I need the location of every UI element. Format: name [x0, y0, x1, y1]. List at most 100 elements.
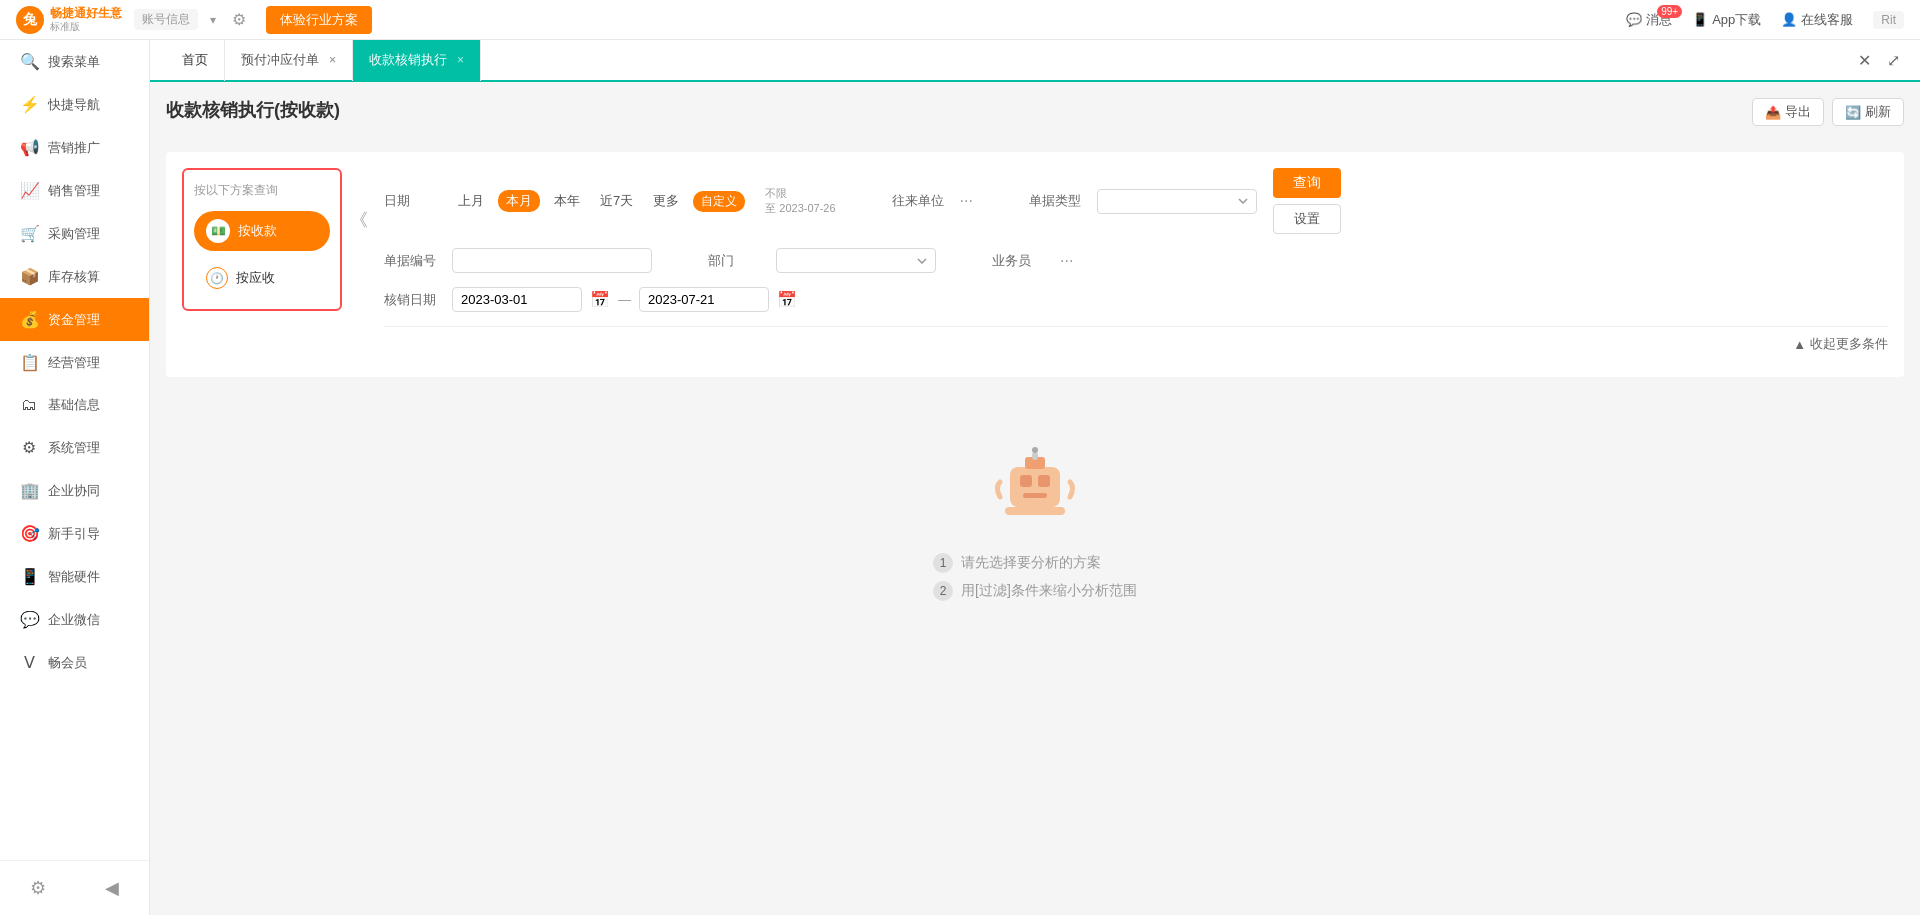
write-off-start-input[interactable]: [452, 287, 582, 312]
filter-by-receipt[interactable]: 💵 按收款: [194, 211, 330, 251]
enterprise-icon: 🏢: [20, 481, 38, 500]
wechat-icon: 💬: [20, 610, 38, 629]
sidebar-item-wechat[interactable]: 💬 企业微信: [0, 598, 149, 641]
topbar-right: 💬 消息 99+ 📱 App下载 👤 在线客服 Rit: [1626, 11, 1904, 29]
sidebar-item-search-menu[interactable]: 🔍 搜索菜单: [0, 40, 149, 83]
sidebar-label-enterprise: 企业协同: [48, 482, 100, 500]
service-icon: 👤: [1781, 12, 1797, 27]
settings-button[interactable]: 设置: [1273, 204, 1341, 234]
date-btn-7-days[interactable]: 近7天: [594, 190, 639, 212]
sidebar-collapse-icon[interactable]: ◀: [97, 869, 127, 907]
date-buttons: 上月 本月 本年 近7天 更多 自定义: [452, 190, 745, 212]
logo-area: 兔 畅捷通好生意 标准版: [16, 6, 122, 34]
calendar-start-icon[interactable]: 📅: [590, 290, 610, 309]
sidebar-item-biz[interactable]: 📋 经营管理: [0, 341, 149, 384]
doc-no-input[interactable]: [452, 248, 652, 273]
online-service-button[interactable]: 👤 在线客服: [1781, 11, 1853, 29]
hint-num-1: 1: [933, 553, 953, 573]
svg-rect-1: [1020, 475, 1032, 487]
counterpart-label: 往来单位: [892, 192, 944, 210]
tab-receive-offset[interactable]: 收款核销执行 ×: [353, 40, 481, 81]
salesperson-more-icon[interactable]: ···: [1060, 252, 1073, 270]
doc-no-label: 单据编号: [384, 252, 436, 270]
chevron-down-icon[interactable]: ▾: [210, 13, 216, 27]
export-label: 导出: [1785, 103, 1811, 121]
sidebar-item-hardware[interactable]: 📱 智能硬件: [0, 555, 149, 598]
sidebar-item-sales[interactable]: 📈 销售管理: [0, 169, 149, 212]
page-actions: 📤 导出 🔄 刷新: [1752, 98, 1904, 126]
write-off-end-input[interactable]: [639, 287, 769, 312]
tab-prepay-offset[interactable]: 预付冲应付单 ×: [225, 40, 353, 81]
gear-icon[interactable]: ⚙: [232, 10, 246, 29]
date-btn-this-year[interactable]: 本年: [548, 190, 586, 212]
message-badge: 99+: [1657, 5, 1682, 18]
doc-type-label: 单据类型: [1029, 192, 1081, 210]
message-icon: 💬: [1626, 12, 1642, 27]
sidebar-item-purchase[interactable]: 🛒 采购管理: [0, 212, 149, 255]
date-no-limit: 不限: [765, 186, 835, 201]
doc-type-select[interactable]: [1097, 189, 1257, 214]
dept-select[interactable]: [776, 248, 936, 273]
counterpart-more-icon[interactable]: ···: [960, 192, 973, 210]
empty-hint-1-text: 请先选择要分析的方案: [961, 554, 1101, 572]
action-buttons: 查询 设置: [1273, 168, 1341, 234]
app-download-button[interactable]: 📱 App下载: [1692, 11, 1761, 29]
tab-close-prepay[interactable]: ×: [329, 53, 336, 67]
date-btn-this-month[interactable]: 本月: [498, 190, 540, 212]
filter-left-panel: 按以下方案查询 💵 按收款 🕐 按应收: [182, 168, 342, 311]
collapse-more-button[interactable]: ▲ 收起更多条件: [384, 326, 1888, 361]
filter-row-2: 单据编号 部门 业务员 ···: [384, 248, 1888, 273]
refresh-button[interactable]: 🔄 刷新: [1832, 98, 1904, 126]
filter-collapse-icon[interactable]: 《: [350, 208, 368, 232]
app-icon: 📱: [1692, 12, 1708, 27]
sidebar: 🔍 搜索菜单 ⚡ 快捷导航 📢 营销推广 📈 销售管理 🛒 采购管理 📦 库存核…: [0, 40, 150, 915]
filter-form: 日期 上月 本月 本年 近7天 更多 自定义 不限 至 2023-07-26: [384, 168, 1888, 361]
sidebar-label-hardware: 智能硬件: [48, 568, 100, 586]
sidebar-label-member: 畅会员: [48, 654, 87, 672]
svg-rect-2: [1038, 475, 1050, 487]
empty-hints: 1 请先选择要分析的方案 2 用[过滤]条件来缩小分析范围: [933, 553, 1137, 601]
sidebar-label-purchase: 采购管理: [48, 225, 100, 243]
sales-icon: 📈: [20, 181, 38, 200]
sidebar-label-wechat: 企业微信: [48, 611, 100, 629]
svg-rect-3: [1023, 493, 1047, 498]
message-button[interactable]: 💬 消息 99+: [1626, 11, 1672, 29]
sidebar-item-basic-info[interactable]: 🗂 基础信息: [0, 384, 149, 426]
sidebar-item-inventory[interactable]: 📦 库存核算: [0, 255, 149, 298]
sidebar-label-basic-info: 基础信息: [48, 396, 100, 414]
empty-illustration: [985, 437, 1085, 537]
refresh-label: 刷新: [1865, 103, 1891, 121]
tab-home[interactable]: 首页: [166, 40, 225, 81]
search-menu-icon: 🔍: [20, 52, 38, 71]
date-to-display: 至 2023-07-26: [765, 201, 835, 216]
prepay-tab-label: 预付冲应付单: [241, 51, 319, 69]
sidebar-item-quick-nav[interactable]: ⚡ 快捷导航: [0, 83, 149, 126]
sidebar-item-newbie[interactable]: 🎯 新手引导: [0, 512, 149, 555]
date-btn-prev-month[interactable]: 上月: [452, 190, 490, 212]
empty-hint-2-text: 用[过滤]条件来缩小分析范围: [961, 582, 1137, 600]
sidebar-label-quick-nav: 快捷导航: [48, 96, 100, 114]
sidebar-item-enterprise[interactable]: 🏢 企业协同: [0, 469, 149, 512]
sidebar-settings-icon[interactable]: ⚙: [22, 869, 54, 907]
tab-close-receive[interactable]: ×: [457, 53, 464, 67]
date-btn-more[interactable]: 更多: [647, 190, 685, 212]
write-off-date-label: 核销日期: [384, 291, 436, 309]
export-button[interactable]: 📤 导出: [1752, 98, 1824, 126]
sidebar-item-member[interactable]: Ⅴ 畅会员: [0, 641, 149, 684]
receive-tab-label: 收款核销执行: [369, 51, 447, 69]
query-button[interactable]: 查询: [1273, 168, 1341, 198]
calendar-end-icon[interactable]: 📅: [777, 290, 797, 309]
sidebar-item-fund[interactable]: 💰 资金管理: [0, 298, 149, 341]
solution-button[interactable]: 体验行业方案: [266, 6, 372, 34]
account-info: 账号信息: [134, 9, 198, 30]
filter-by-receivable[interactable]: 🕐 按应收: [194, 259, 330, 297]
tab-close-all-icon[interactable]: ✕: [1854, 47, 1875, 74]
sidebar-item-marketing[interactable]: 📢 营销推广: [0, 126, 149, 169]
date-no-limit-area: 不限 至 2023-07-26: [765, 186, 835, 216]
date-custom-badge[interactable]: 自定义: [693, 191, 745, 212]
receivable-icon: 🕐: [206, 267, 228, 289]
tab-maximize-icon[interactable]: ⤢: [1883, 47, 1904, 74]
marketing-icon: 📢: [20, 138, 38, 157]
filter-row-3: 核销日期 📅 — 📅: [384, 287, 1888, 312]
sidebar-item-sys[interactable]: ⚙ 系统管理: [0, 426, 149, 469]
